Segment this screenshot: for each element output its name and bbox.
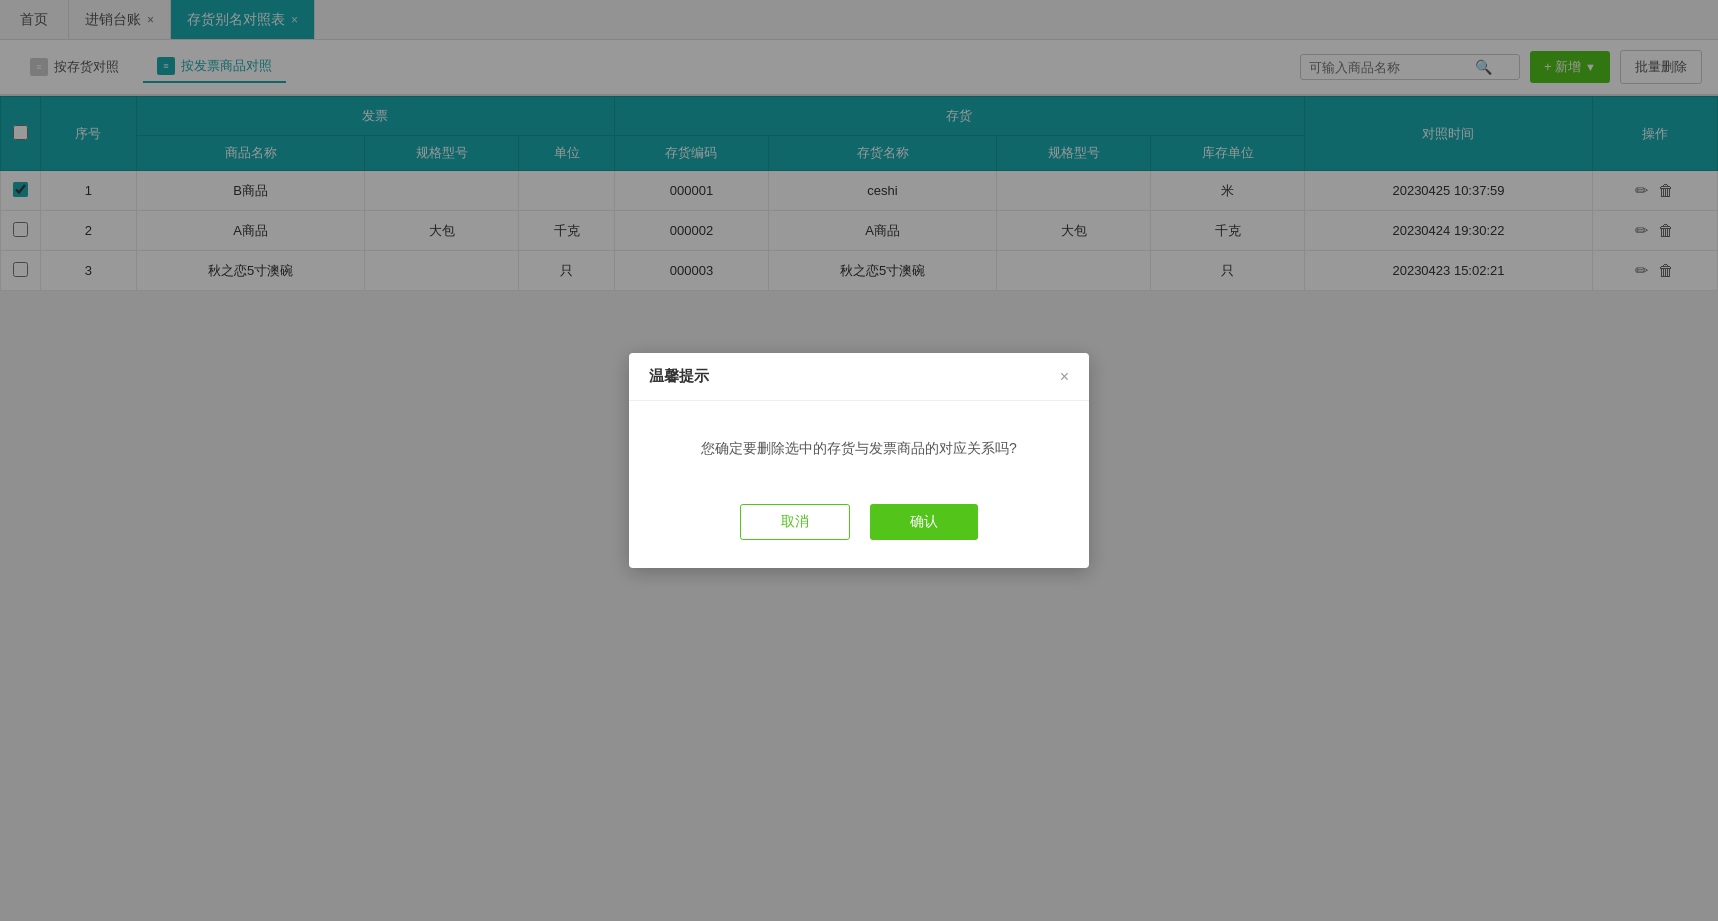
dialog-overlay: 温馨提示 × 您确定要删除选中的存货与发票商品的对应关系吗? 取消 确认 [0, 0, 1718, 291]
